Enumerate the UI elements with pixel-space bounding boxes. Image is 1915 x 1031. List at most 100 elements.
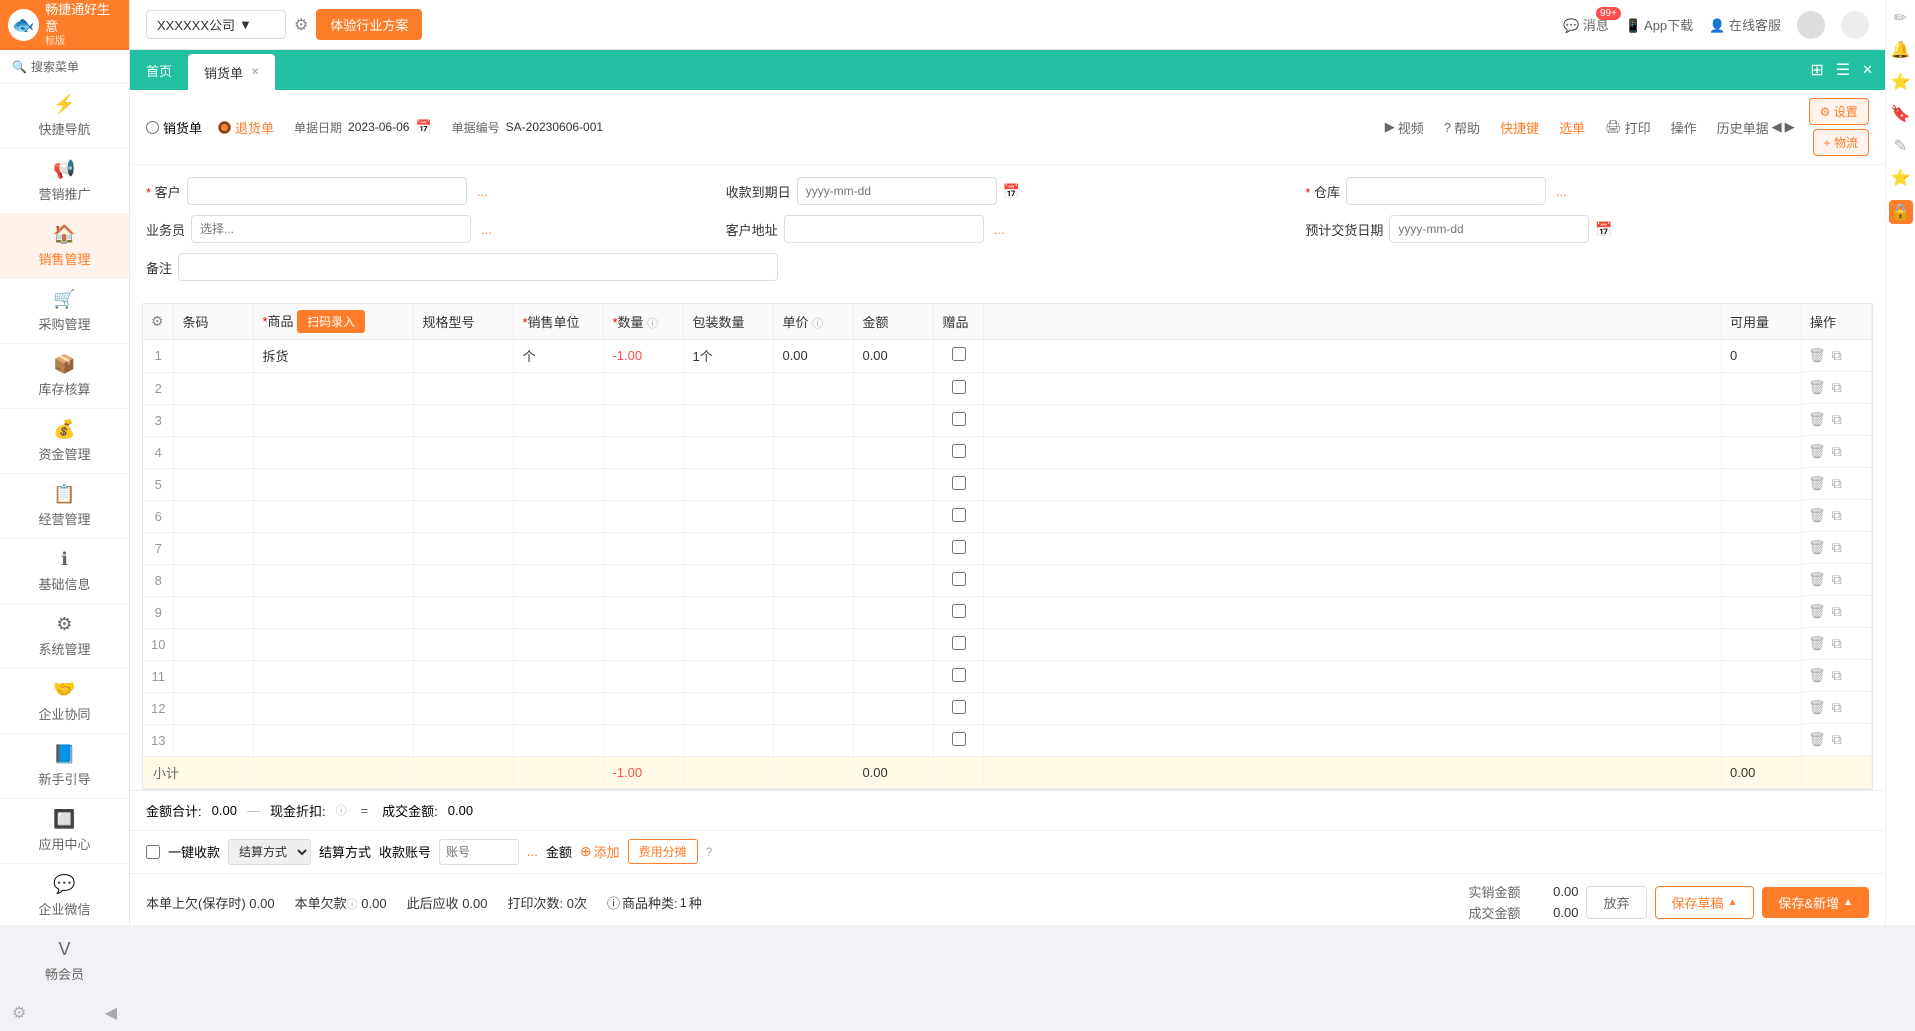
right-icon-1[interactable]: ✏ bbox=[1894, 8, 1907, 28]
row-unit-price-6[interactable] bbox=[774, 532, 854, 564]
row-unit-price-10[interactable] bbox=[774, 660, 854, 692]
row-spec-12[interactable] bbox=[414, 724, 514, 756]
barcode-input-0[interactable] bbox=[182, 348, 245, 363]
radio-return[interactable]: 退货单 bbox=[218, 118, 274, 137]
row-unit-price-7[interactable] bbox=[774, 564, 854, 596]
gift-checkbox-11[interactable] bbox=[952, 700, 966, 714]
list-icon[interactable]: ☰ bbox=[1836, 60, 1862, 80]
customer-input[interactable] bbox=[187, 177, 467, 205]
delete-icon-3[interactable]: 🗑 bbox=[1808, 443, 1826, 460]
row-product-6[interactable] bbox=[254, 532, 414, 564]
due-date-input[interactable] bbox=[797, 177, 997, 205]
row-unit-6[interactable] bbox=[514, 532, 604, 564]
gift-checkbox-12[interactable] bbox=[952, 732, 966, 746]
row-amount-11[interactable] bbox=[854, 692, 934, 724]
warehouse-dots[interactable]: ... bbox=[1552, 184, 1571, 199]
row-amount-9[interactable] bbox=[854, 628, 934, 660]
row-barcode-8[interactable] bbox=[174, 596, 254, 628]
row-product-10[interactable] bbox=[254, 660, 414, 692]
row-unit-price-9[interactable] bbox=[774, 628, 854, 660]
row-unit-8[interactable] bbox=[514, 596, 604, 628]
row-quantity-10[interactable] bbox=[604, 660, 684, 692]
row-gift-1[interactable] bbox=[934, 372, 984, 404]
row-gift-2[interactable] bbox=[934, 404, 984, 436]
gift-checkbox-5[interactable] bbox=[952, 508, 966, 522]
row-pack-qty-3[interactable] bbox=[684, 436, 774, 468]
row-quantity-11[interactable] bbox=[604, 692, 684, 724]
radio-sale[interactable]: 销货单 bbox=[146, 118, 202, 137]
copy-icon-5[interactable]: ⧉ bbox=[1832, 507, 1842, 524]
row-amount-0[interactable]: 0.00 bbox=[854, 340, 934, 373]
product-kind-icon[interactable]: ⓘ bbox=[607, 893, 620, 912]
settings-gear-icon[interactable]: ⚙ bbox=[294, 15, 308, 35]
discard-btn[interactable]: 放弃 bbox=[1586, 886, 1646, 919]
table-settings-icon[interactable]: ⚙ bbox=[151, 313, 164, 329]
search-menu[interactable]: 🔍 搜索菜单 bbox=[0, 50, 129, 84]
sidebar-item-7[interactable]: ℹ基础信息 bbox=[0, 539, 129, 604]
row-unit-4[interactable] bbox=[514, 468, 604, 500]
row-unit-price-4[interactable] bbox=[774, 468, 854, 500]
row-amount-6[interactable] bbox=[854, 532, 934, 564]
barcode-input-9[interactable] bbox=[182, 637, 245, 652]
tab-close-icon[interactable]: ✕ bbox=[251, 67, 259, 78]
sidebar-item-0[interactable]: ⚡快捷导航 bbox=[0, 84, 129, 149]
row-barcode-9[interactable] bbox=[174, 628, 254, 660]
due-date-calendar-icon[interactable]: 📅 bbox=[1003, 183, 1020, 200]
row-spec-0[interactable] bbox=[414, 340, 514, 373]
sidebar-item-13[interactable]: V畅会员 bbox=[0, 929, 129, 994]
row-barcode-5[interactable] bbox=[174, 500, 254, 532]
right-icon-3[interactable]: ⭐ bbox=[1891, 72, 1911, 92]
gift-checkbox-1[interactable] bbox=[952, 380, 966, 394]
gift-checkbox-3[interactable] bbox=[952, 444, 966, 458]
row-pack-qty-12[interactable] bbox=[684, 724, 774, 756]
save-draft-btn[interactable]: 保存草稿 ▲ bbox=[1655, 886, 1755, 919]
row-unit-price-0[interactable]: 0.00 bbox=[774, 340, 854, 373]
copy-icon-11[interactable]: ⧉ bbox=[1832, 699, 1842, 716]
barcode-input-10[interactable] bbox=[182, 669, 245, 684]
row-product-3[interactable] bbox=[254, 436, 414, 468]
row-barcode-12[interactable] bbox=[174, 724, 254, 756]
row-barcode-2[interactable] bbox=[174, 404, 254, 436]
row-barcode-1[interactable] bbox=[174, 372, 254, 404]
row-unit-price-8[interactable] bbox=[774, 596, 854, 628]
row-product-11[interactable] bbox=[254, 692, 414, 724]
row-barcode-10[interactable] bbox=[174, 660, 254, 692]
row-amount-10[interactable] bbox=[854, 660, 934, 692]
copy-icon-0[interactable]: ⧉ bbox=[1832, 347, 1842, 364]
row-spec-9[interactable] bbox=[414, 628, 514, 660]
row-quantity-6[interactable] bbox=[604, 532, 684, 564]
row-product-4[interactable] bbox=[254, 468, 414, 500]
row-pack-qty-1[interactable] bbox=[684, 372, 774, 404]
row-unit-price-5[interactable] bbox=[774, 500, 854, 532]
row-unit-price-3[interactable] bbox=[774, 436, 854, 468]
company-selector[interactable]: XXXXXX公司 ▼ bbox=[146, 10, 286, 39]
row-quantity-1[interactable] bbox=[604, 372, 684, 404]
row-product-2[interactable] bbox=[254, 404, 414, 436]
settings-icon[interactable]: ⚙ bbox=[12, 1003, 26, 1023]
row-spec-6[interactable] bbox=[414, 532, 514, 564]
row-spec-4[interactable] bbox=[414, 468, 514, 500]
trial-btn[interactable]: 体验行业方案 bbox=[316, 9, 422, 40]
delete-icon-9[interactable]: 🗑 bbox=[1808, 635, 1826, 652]
delete-icon-4[interactable]: 🗑 bbox=[1808, 475, 1826, 492]
salesperson-dots[interactable]: ... bbox=[477, 222, 496, 237]
row-unit-0[interactable]: 个 bbox=[514, 340, 604, 373]
row-product-1[interactable] bbox=[254, 372, 414, 404]
gift-checkbox-2[interactable] bbox=[952, 412, 966, 426]
copy-icon-4[interactable]: ⧉ bbox=[1832, 475, 1842, 492]
operation-btn[interactable]: 操作 bbox=[1665, 116, 1703, 139]
row-product-5[interactable] bbox=[254, 500, 414, 532]
row-unit-7[interactable] bbox=[514, 564, 604, 596]
expected-date-calendar-icon[interactable]: 📅 bbox=[1595, 221, 1612, 238]
barcode-input-6[interactable] bbox=[182, 541, 245, 556]
gift-checkbox-0[interactable] bbox=[952, 347, 966, 361]
row-pack-qty-6[interactable] bbox=[684, 532, 774, 564]
delete-icon-2[interactable]: 🗑 bbox=[1808, 411, 1826, 428]
row-amount-4[interactable] bbox=[854, 468, 934, 500]
row-quantity-0[interactable]: -1.00 bbox=[604, 340, 684, 373]
row-spec-10[interactable] bbox=[414, 660, 514, 692]
delete-icon-5[interactable]: 🗑 bbox=[1808, 507, 1826, 524]
barcode-input-4[interactable] bbox=[182, 477, 245, 492]
close-all-icon[interactable]: ✕ bbox=[1862, 62, 1885, 78]
row-spec-8[interactable] bbox=[414, 596, 514, 628]
